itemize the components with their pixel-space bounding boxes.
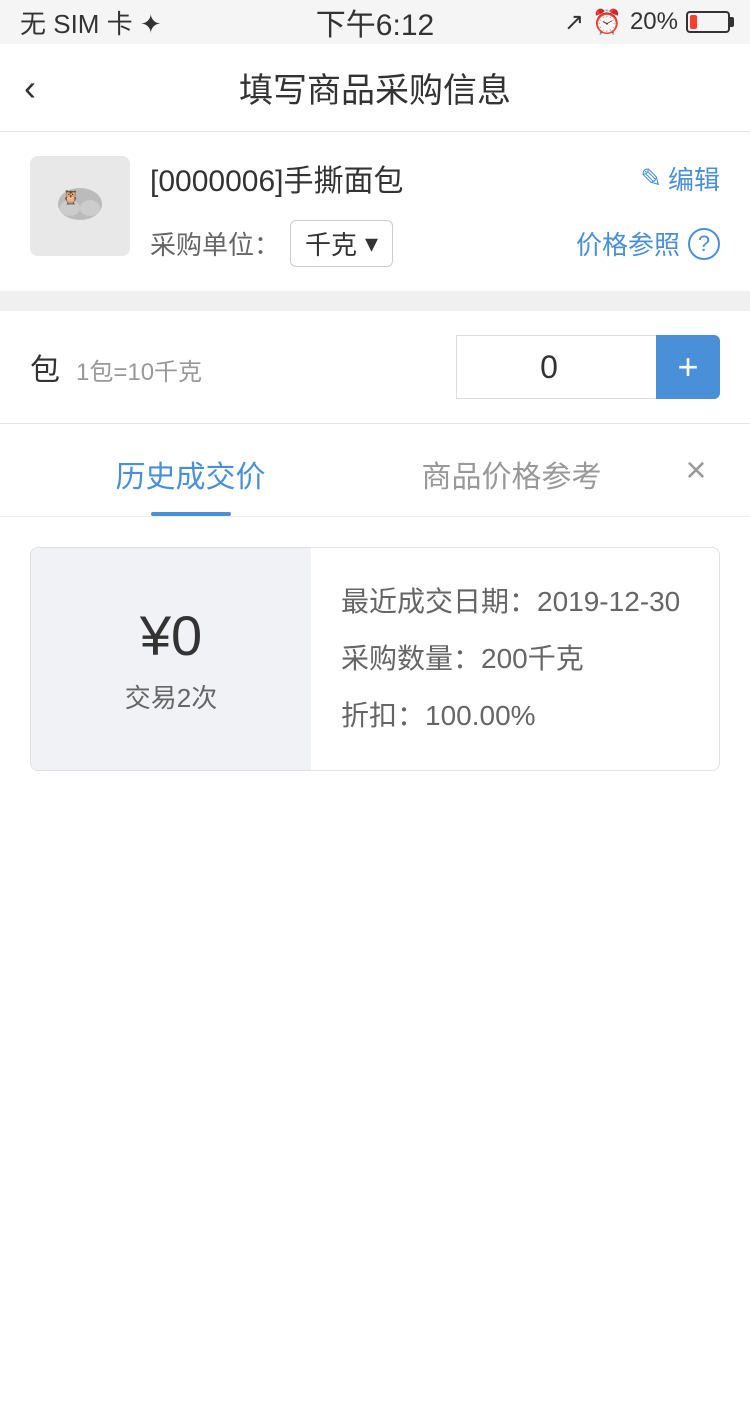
recent-date-value: 2019-12-30 [537, 586, 680, 617]
unit-label: 采购单位： [150, 225, 280, 262]
recent-date-row: 最近成交日期：2019-12-30 [341, 582, 689, 621]
status-left: 无 SIM 卡 ✦ [20, 4, 162, 41]
quantity-plus-button[interactable]: + [656, 335, 720, 399]
price-ref-button[interactable]: 价格参照 ? [576, 225, 720, 262]
quantity-row: 包 1包=10千克 + [0, 311, 750, 423]
status-bar: 无 SIM 卡 ✦ 下午6:12 ↗ ⏰ 20% [0, 0, 750, 44]
unit-select[interactable]: 千克 ▾ [290, 220, 393, 267]
tab-price-reference[interactable]: 商品价格参考 [351, 424, 672, 516]
quantity-conversion: 1包=10千克 [76, 352, 202, 387]
purchase-qty-value: 200千克 [481, 643, 584, 674]
tab-history-price[interactable]: 历史成交价 [30, 424, 351, 516]
product-image: 🦉 [30, 156, 130, 256]
currency-symbol: ¥ [140, 604, 171, 667]
product-header: [0000006]手撕面包 ✎ 编辑 [150, 156, 720, 200]
unit-value: 千克 [305, 225, 357, 262]
recent-date-label: 最近成交日期： [341, 586, 537, 617]
quantity-label: 包 1包=10千克 [30, 345, 202, 389]
discount-value: 100.00% [425, 700, 536, 731]
unit-selector-group: 采购单位： 千克 ▾ [150, 220, 393, 267]
chevron-down-icon: ▾ [365, 228, 378, 259]
discount-row: 折扣：100.00% [341, 696, 689, 735]
alarm-icon: ⏰ [592, 8, 622, 37]
svg-text:🦉: 🦉 [62, 189, 79, 206]
transaction-count: 交易2次 [125, 678, 217, 715]
price-modal: 历史成交价 商品价格参考 × ¥0 交易2次 最近成交日期：2019-12-30… [0, 423, 750, 801]
tabs-row: 历史成交价 商品价格参考 × [0, 424, 750, 517]
discount-label: 折扣： [341, 700, 425, 731]
page-title: 填写商品采购信息 [239, 63, 511, 112]
section-divider [0, 291, 750, 311]
battery-fill [690, 15, 697, 29]
nav-bar: ‹ 填写商品采购信息 [0, 44, 750, 132]
product-unit-row: 采购单位： 千克 ▾ 价格参照 ? [150, 220, 720, 267]
battery-icon [686, 11, 730, 33]
price-content: ¥0 交易2次 最近成交日期：2019-12-30 采购数量：200千克 折扣：… [0, 517, 750, 801]
price-ref-label: 价格参照 [576, 225, 680, 262]
price-card: ¥0 交易2次 最近成交日期：2019-12-30 采购数量：200千克 折扣：… [30, 547, 720, 771]
price-value: 0 [171, 604, 202, 667]
price-display: ¥0 [140, 603, 202, 668]
location-icon: ↗ [564, 8, 584, 37]
edit-button[interactable]: ✎ 编辑 [640, 160, 720, 197]
product-section: 🦉 [0000006]手撕面包 ✎ 编辑 采购单位： 千克 ▾ 价格参照 ? [0, 132, 750, 291]
edit-icon: ✎ [640, 163, 662, 194]
purchase-qty-label: 采购数量： [341, 643, 481, 674]
product-info: [0000006]手撕面包 ✎ 编辑 采购单位： 千克 ▾ 价格参照 ? [150, 156, 720, 267]
quantity-unit: 包 [30, 345, 60, 389]
status-right: ↗ ⏰ 20% [564, 8, 730, 37]
edit-label: 编辑 [668, 160, 720, 197]
bottom-space [0, 801, 750, 1401]
price-card-right: 最近成交日期：2019-12-30 采购数量：200千克 折扣：100.00% [311, 548, 719, 770]
product-name: [0000006]手撕面包 [150, 156, 403, 200]
purchase-qty-row: 采购数量：200千克 [341, 639, 689, 678]
price-card-left: ¥0 交易2次 [31, 548, 311, 770]
signal-text: 无 SIM 卡 ✦ [20, 4, 162, 41]
help-icon[interactable]: ? [688, 228, 720, 260]
quantity-input-group: + [456, 335, 720, 399]
close-button[interactable]: × [672, 446, 720, 494]
battery-percent: 20% [630, 8, 678, 36]
product-thumbnail-icon: 🦉 [50, 176, 110, 236]
quantity-input[interactable] [456, 335, 656, 399]
back-button[interactable]: ‹ [24, 67, 36, 109]
status-time: 下午6:12 [316, 0, 434, 44]
